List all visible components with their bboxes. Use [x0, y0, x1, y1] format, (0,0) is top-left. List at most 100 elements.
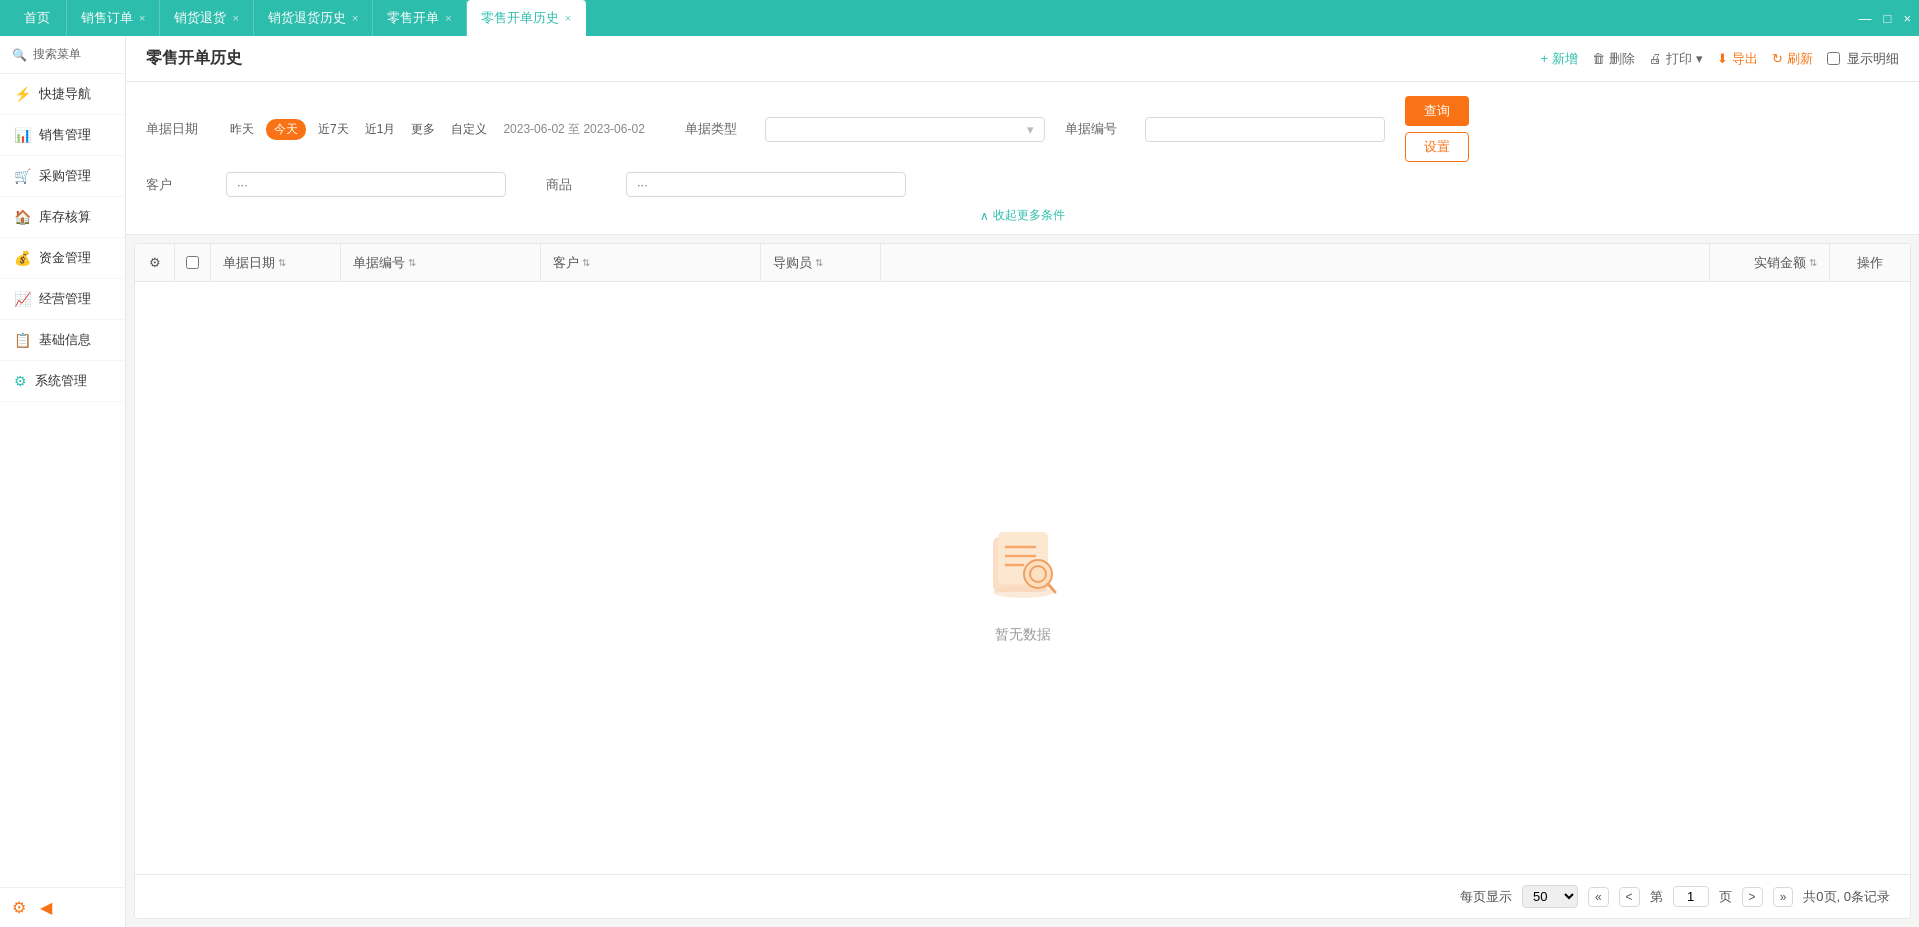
date-opt-last7[interactable]: 近7天	[314, 119, 353, 140]
sidebar-item-base-info[interactable]: 📋 基础信息	[0, 320, 125, 361]
pagination: 每页显示 50 10 20 100 « < 第 页 > » 共0页, 0条记录	[135, 874, 1910, 918]
date-opt-last1m[interactable]: 近1月	[361, 119, 400, 140]
sidebar-item-inventory[interactable]: 🏠 库存核算	[0, 197, 125, 238]
window-close-btn[interactable]: ×	[1903, 11, 1911, 26]
sidebar-item-purchase-mgmt-label: 采购管理	[39, 167, 91, 185]
print-button[interactable]: 🖨 打印 ▾	[1649, 50, 1703, 68]
empty-text: 暂无数据	[995, 626, 1051, 644]
product-input-wrap	[626, 172, 906, 197]
tab-sales-return-history-label: 销货退货历史	[268, 9, 346, 27]
window-max-btn[interactable]: □	[1884, 11, 1892, 26]
sidebar-item-quick-nav[interactable]: ⚡ 快捷导航	[0, 74, 125, 115]
th-date[interactable]: 单据日期 ⇅	[211, 244, 341, 281]
sidebar-item-sales-mgmt-label: 销售管理	[39, 126, 91, 144]
th-number[interactable]: 单据编号 ⇅	[341, 244, 541, 281]
page-size-select[interactable]: 50 10 20 100	[1522, 885, 1578, 908]
th-guide-label: 导购员	[773, 254, 812, 272]
delete-button[interactable]: 🗑 删除	[1592, 50, 1635, 68]
new-button[interactable]: + 新增	[1540, 50, 1578, 68]
filter-settings-button[interactable]: 设置	[1405, 132, 1469, 162]
product-input[interactable]	[637, 177, 895, 192]
tab-sales-return-history-close[interactable]: ×	[352, 12, 358, 24]
first-page-button[interactable]: «	[1588, 887, 1609, 907]
export-label: 导出	[1732, 50, 1758, 68]
sidebar-item-purchase-mgmt[interactable]: 🛒 采购管理	[0, 156, 125, 197]
quick-nav-icon: ⚡	[14, 86, 31, 102]
tab-sales-return-history[interactable]: 销货退货历史 ×	[254, 0, 373, 36]
customer-input[interactable]	[237, 177, 495, 192]
export-button[interactable]: ⬇ 导出	[1717, 50, 1758, 68]
sales-mgmt-icon: 📊	[14, 127, 31, 143]
th-guide[interactable]: 导购员 ⇅	[761, 244, 881, 281]
filter-row-1: 单据日期 昨天 今天 近7天 近1月 更多 自定义 2023-06-02 至 2…	[146, 96, 1899, 162]
sys-mgmt-icon: ⚙	[14, 373, 27, 389]
window-min-btn[interactable]: —	[1859, 11, 1872, 26]
new-label: 新增	[1552, 50, 1578, 68]
query-button[interactable]: 查询	[1405, 96, 1469, 126]
doc-type-dropdown-icon: ▾	[1027, 122, 1034, 137]
product-label: 商品	[546, 176, 606, 194]
collapse-filter-button[interactable]: ∧ 收起更多条件	[146, 207, 1899, 224]
print-label: 打印	[1666, 50, 1692, 68]
sidebar-item-operations-mgmt[interactable]: 📈 经营管理	[0, 279, 125, 320]
page-header: 零售开单历史 + 新增 🗑 删除 🖨 打印 ▾ ⬇ 导出	[126, 36, 1919, 82]
doc-num-label: 单据编号	[1065, 120, 1125, 138]
sidebar-item-sys-mgmt[interactable]: ⚙ 系统管理	[0, 361, 125, 402]
tab-retail-open-history-close[interactable]: ×	[565, 12, 571, 24]
prev-page-button[interactable]: <	[1619, 887, 1640, 907]
doc-type-label: 单据类型	[685, 120, 745, 138]
display-col-label: 显示明细	[1847, 50, 1899, 68]
doc-type-select[interactable]: ▾	[765, 117, 1045, 142]
tab-home-label: 首页	[24, 9, 50, 27]
export-icon: ⬇	[1717, 51, 1728, 66]
select-all-checkbox[interactable]	[186, 256, 199, 269]
delete-icon: 🗑	[1592, 51, 1605, 66]
sort-customer-icon: ⇅	[582, 257, 590, 268]
tab-sales-order-close[interactable]: ×	[139, 12, 145, 24]
tab-retail-open[interactable]: 零售开单 ×	[373, 0, 466, 36]
main-layout: 🔍 搜索菜单 ⚡ 快捷导航 📊 销售管理 🛒 采购管理 🏠 库存核算 💰 资金管…	[0, 36, 1919, 927]
date-opt-yesterday[interactable]: 昨天	[226, 119, 258, 140]
sidebar-item-finance-mgmt[interactable]: 💰 资金管理	[0, 238, 125, 279]
page-title: 零售开单历史	[146, 48, 242, 69]
last-page-button[interactable]: »	[1773, 887, 1794, 907]
doc-num-input[interactable]	[1156, 122, 1374, 137]
tab-retail-open-history[interactable]: 零售开单历史 ×	[467, 0, 586, 36]
sort-number-icon: ⇅	[408, 257, 416, 268]
collapse-sidebar-icon[interactable]: ◀	[40, 898, 52, 917]
th-operation: 操作	[1830, 244, 1910, 281]
tab-home[interactable]: 首页	[8, 0, 67, 36]
tab-sales-return[interactable]: 销货退货 ×	[160, 0, 253, 36]
th-date-label: 单据日期	[223, 254, 275, 272]
sort-date-icon: ⇅	[278, 257, 286, 268]
tab-sales-order[interactable]: 销售订单 ×	[67, 0, 160, 36]
next-page-button[interactable]: >	[1742, 887, 1763, 907]
th-customer[interactable]: 客户 ⇅	[541, 244, 761, 281]
tab-retail-open-history-label: 零售开单历史	[481, 9, 559, 27]
refresh-button[interactable]: ↻ 刷新	[1772, 50, 1813, 68]
sidebar: 🔍 搜索菜单 ⚡ 快捷导航 📊 销售管理 🛒 采购管理 🏠 库存核算 💰 资金管…	[0, 36, 126, 927]
sidebar-search[interactable]: 🔍 搜索菜单	[0, 36, 125, 74]
settings-bottom-icon[interactable]: ⚙	[12, 898, 26, 917]
tab-retail-open-close[interactable]: ×	[445, 12, 451, 24]
sidebar-item-finance-mgmt-label: 资金管理	[39, 249, 91, 267]
display-col-checkbox[interactable]	[1827, 52, 1840, 65]
date-opt-today[interactable]: 今天	[266, 119, 306, 140]
th-settings[interactable]: ⚙	[135, 244, 175, 281]
current-page-input[interactable]	[1673, 886, 1709, 907]
tab-sales-order-label: 销售订单	[81, 9, 133, 27]
tab-sales-return-label: 销货退货	[174, 9, 226, 27]
date-opt-more[interactable]: 更多	[407, 119, 439, 140]
collapse-icon: ∧	[980, 209, 989, 223]
display-col-toggle[interactable]: 显示明细	[1827, 50, 1899, 68]
date-opt-custom[interactable]: 自定义	[447, 119, 491, 140]
print-icon: 🖨	[1649, 51, 1662, 66]
sidebar-item-sales-mgmt[interactable]: 📊 销售管理	[0, 115, 125, 156]
th-number-label: 单据编号	[353, 254, 405, 272]
empty-state: 暂无数据	[135, 282, 1910, 874]
filter-row-2: 客户 商品	[146, 172, 1899, 197]
sidebar-item-inventory-label: 库存核算	[39, 208, 91, 226]
th-amount[interactable]: 实销金额 ⇅	[1710, 244, 1830, 281]
th-customer-label: 客户	[553, 254, 579, 272]
tab-sales-return-close[interactable]: ×	[232, 12, 238, 24]
